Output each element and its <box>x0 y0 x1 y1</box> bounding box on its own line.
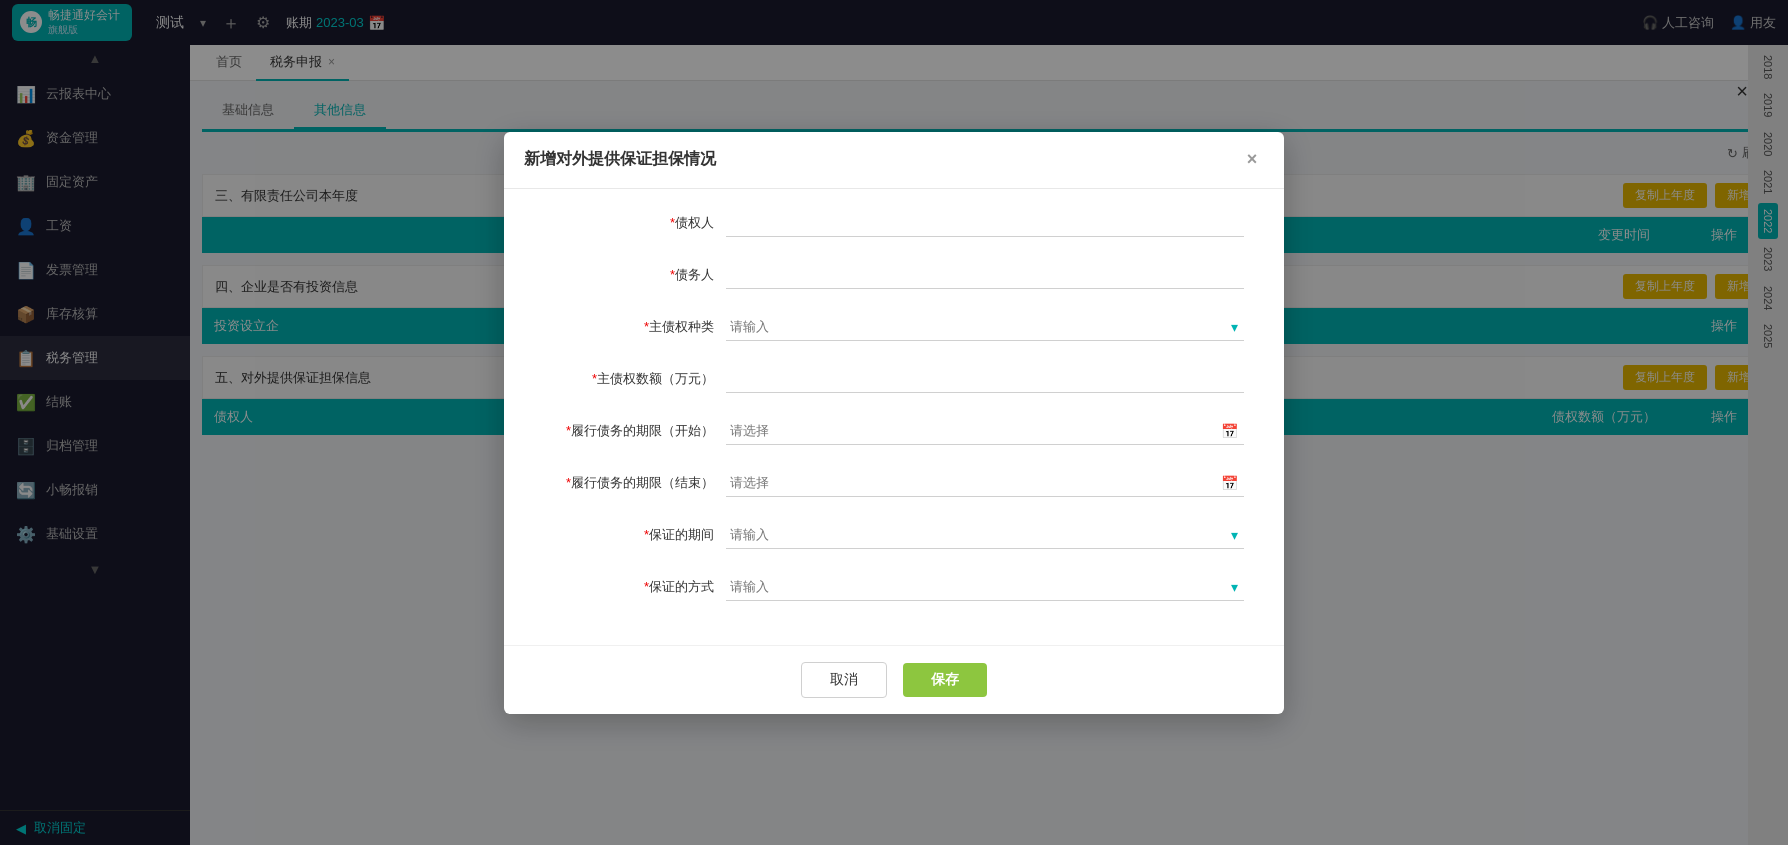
label-debtor: *债务人 <box>544 266 714 284</box>
form-row-debtor: *债务人 <box>544 261 1244 289</box>
label-creditor: *债权人 <box>544 214 714 232</box>
save-button[interactable]: 保存 <box>903 663 987 697</box>
input-debtor[interactable] <box>726 261 1244 289</box>
modal-footer: 取消 保存 <box>504 645 1284 714</box>
input-debt-amount[interactable] <box>726 365 1244 393</box>
input-guarantee-period[interactable] <box>726 521 1244 549</box>
input-creditor[interactable] <box>726 209 1244 237</box>
form-row-debt-type: *主债权种类 ▾ <box>544 313 1244 341</box>
label-guarantee-method: *保证的方式 <box>544 578 714 596</box>
modal-header: 新增对外提供保证担保情况 × <box>504 132 1284 189</box>
date-wrap-period-start: 📅 <box>726 417 1244 445</box>
form-row-guarantee-method: *保证的方式 ▾ <box>544 573 1244 601</box>
modal-dialog: 新增对外提供保证担保情况 × *债权人 *债务人 * <box>504 132 1284 714</box>
label-debt-amount: *主债权数额（万元） <box>544 370 714 388</box>
select-wrap-guarantee-period: ▾ <box>726 521 1244 549</box>
modal-close-button[interactable]: × <box>1240 148 1264 172</box>
form-row-creditor: *债权人 <box>544 209 1244 237</box>
modal-title: 新增对外提供保证担保情况 <box>524 149 716 170</box>
modal-body: *债权人 *债务人 *主债权种类 ▾ <box>504 189 1284 645</box>
form-row-debt-amount: *主债权数额（万元） <box>544 365 1244 393</box>
select-wrap-guarantee-method: ▾ <box>726 573 1244 601</box>
form-row-period-start: *履行债务的期限（开始） 📅 <box>544 417 1244 445</box>
label-period-start: *履行债务的期限（开始） <box>544 422 714 440</box>
input-period-end[interactable] <box>726 469 1244 497</box>
label-period-end: *履行债务的期限（结束） <box>544 474 714 492</box>
date-wrap-period-end: 📅 <box>726 469 1244 497</box>
label-guarantee-period: *保证的期间 <box>544 526 714 544</box>
input-guarantee-method[interactable] <box>726 573 1244 601</box>
label-debt-type: *主债权种类 <box>544 318 714 336</box>
cancel-button[interactable]: 取消 <box>801 662 887 698</box>
modal-overlay: 新增对外提供保证担保情况 × *债权人 *债务人 * <box>0 0 1788 845</box>
form-row-guarantee-period: *保证的期间 ▾ <box>544 521 1244 549</box>
input-period-start[interactable] <box>726 417 1244 445</box>
select-wrap-debt-type: ▾ <box>726 313 1244 341</box>
form-row-period-end: *履行债务的期限（结束） 📅 <box>544 469 1244 497</box>
input-debt-type[interactable] <box>726 313 1244 341</box>
